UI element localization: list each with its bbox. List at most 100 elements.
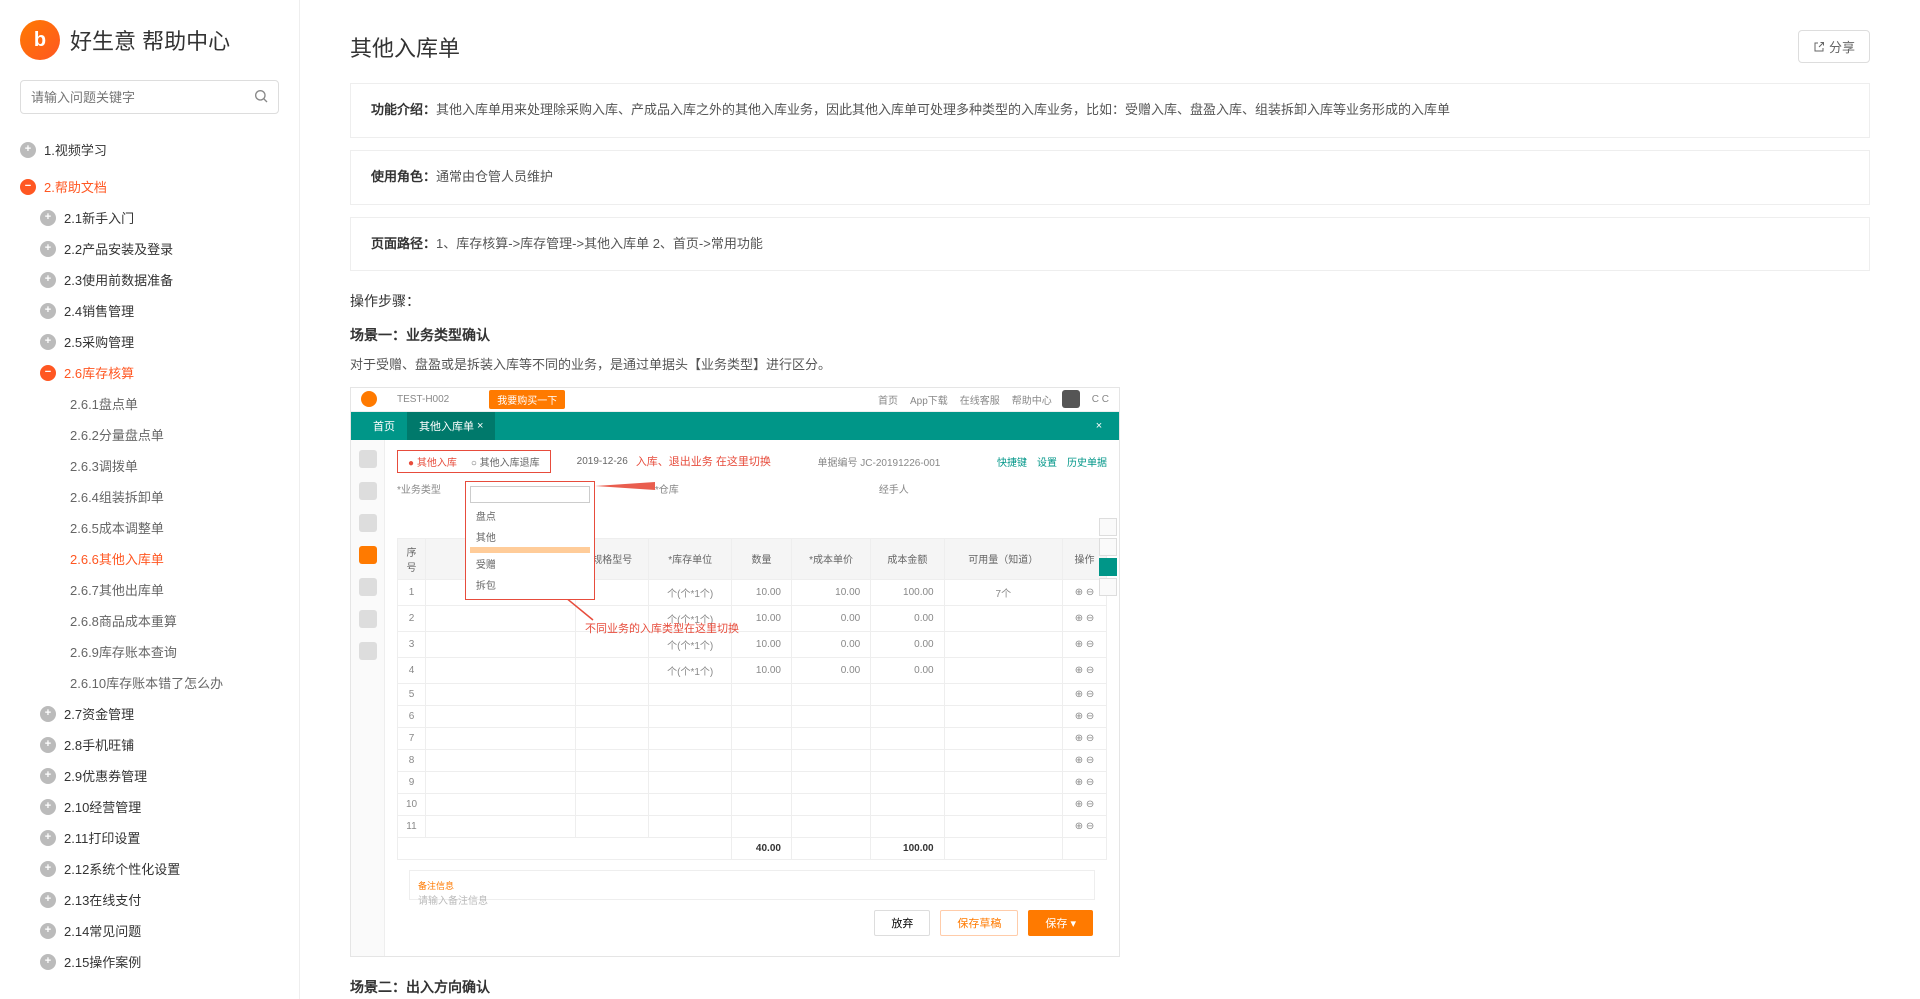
nav-2-6-5[interactable]: 2.6.5成本调整单 — [20, 512, 279, 543]
nav-label: 2.5采购管理 — [64, 332, 134, 351]
radio-label: 其他入库退库 — [480, 458, 540, 469]
nav-2-2[interactable]: +2.2产品安装及登录 — [20, 233, 279, 264]
nav-label: 2.13在线支付 — [64, 890, 141, 909]
nav-tree: +1.视频学习 −2.帮助文档 +2.1新手入门 +2.2产品安装及登录 +2.… — [20, 134, 279, 977]
plus-icon: + — [40, 923, 56, 939]
nav-2-11[interactable]: +2.11打印设置 — [20, 822, 279, 853]
info-label: 页面路径： — [371, 236, 436, 251]
nav-label: 2.12系统个性化设置 — [64, 859, 180, 878]
shot-tabs: 首页 其他入库单 × × — [351, 412, 1119, 440]
screenshot-illustration: TEST-H002 我要购买一下 首页 App下载 在线客服 帮助中心 C C … — [350, 387, 1120, 957]
nav-2-12[interactable]: +2.12系统个性化设置 — [20, 853, 279, 884]
nav-2-3[interactable]: +2.3使用前数据准备 — [20, 264, 279, 295]
nav-label: 2.6.4组装拆卸单 — [70, 487, 164, 506]
main-content: 其他入库单 分享 功能介绍：其他入库单用来处理除采购入库、产成品入库之外的其他入… — [300, 0, 1920, 999]
nav-label: 2.1新手入门 — [64, 208, 134, 227]
draft-button: 保存草稿 — [940, 910, 1018, 936]
table-row: 4个(个*1个)10.000.000.00⊕ ⊖ — [398, 657, 1107, 683]
type-switch-box: ● 其他入库 ○ 其他入库退库 — [397, 450, 551, 473]
annotation-text: 入库、退出业务 在这里切换 — [636, 453, 771, 469]
plus-icon: + — [40, 892, 56, 908]
leftnav-icon — [359, 482, 377, 500]
plus-icon: + — [40, 210, 56, 226]
nav-2-6-2[interactable]: 2.6.2分量盘点单 — [20, 419, 279, 450]
close-icon: × — [1089, 420, 1109, 432]
plus-icon: + — [40, 954, 56, 970]
nav-2-1[interactable]: +2.1新手入门 — [20, 202, 279, 233]
nav-2-15[interactable]: +2.15操作案例 — [20, 946, 279, 977]
avatar-icon — [1062, 390, 1080, 408]
share-label: 分享 — [1829, 40, 1855, 55]
nav-2-6[interactable]: −2.6库存核算 — [20, 357, 279, 388]
nav-2-10[interactable]: +2.10经营管理 — [20, 791, 279, 822]
page-title: 其他入库单 — [350, 31, 460, 63]
nav-2-6-6[interactable]: 2.6.6其他入库单 — [20, 543, 279, 574]
nav-2-5[interactable]: +2.5采购管理 — [20, 326, 279, 357]
scene1-desc: 对于受赠、盘盈或是拆装入库等不同的业务，是通过单据头【业务类型】进行区分。 — [350, 353, 1870, 376]
nav-docs[interactable]: −2.帮助文档 — [20, 171, 279, 202]
table-row: 5⊕ ⊖ — [398, 683, 1107, 705]
minus-icon: − — [40, 365, 56, 381]
biztype-dropdown: 盘点 其他 受赠 拆包 — [465, 481, 595, 600]
nav-label: 2.帮助文档 — [44, 177, 107, 196]
leftnav-icon — [359, 514, 377, 532]
nav-label: 2.6.8商品成本重算 — [70, 611, 177, 630]
nav-video[interactable]: +1.视频学习 — [20, 134, 279, 165]
nav-label: 2.6.6其他入库单 — [70, 549, 164, 568]
nav-label: 2.6.5成本调整单 — [70, 518, 164, 537]
nav-2-9[interactable]: +2.9优惠券管理 — [20, 760, 279, 791]
date-value: 2019-12-26 — [577, 456, 628, 467]
nav-2-6-8[interactable]: 2.6.8商品成本重算 — [20, 605, 279, 636]
nav-2-6-4[interactable]: 2.6.4组装拆卸单 — [20, 481, 279, 512]
right-toolbar — [1099, 518, 1119, 596]
nav-2-13[interactable]: +2.13在线支付 — [20, 884, 279, 915]
nav-2-6-9[interactable]: 2.6.9库存账本查询 — [20, 636, 279, 667]
leftnav-icon — [359, 450, 377, 468]
nav-2-14[interactable]: +2.14常见问题 — [20, 915, 279, 946]
table-row: 3个(个*1个)10.000.000.00⊕ ⊖ — [398, 631, 1107, 657]
nav-label: 2.6.3调拨单 — [70, 456, 138, 475]
radio-label: 其他入库 — [417, 458, 457, 469]
nav-label: 2.6.2分量盘点单 — [70, 425, 164, 444]
table-row: 7⊕ ⊖ — [398, 727, 1107, 749]
share-button[interactable]: 分享 — [1798, 30, 1870, 63]
nav-2-6-10[interactable]: 2.6.10库存账本错了怎么办 — [20, 667, 279, 698]
nav-2-7[interactable]: +2.7资金管理 — [20, 698, 279, 729]
top-link: 首页 — [878, 392, 898, 407]
nav-2-6-1[interactable]: 2.6.1盘点单 — [20, 388, 279, 419]
role-box: 使用角色：通常由仓管人员维护 — [350, 150, 1870, 205]
plus-icon: + — [20, 142, 36, 158]
info-text: 通常由仓管人员维护 — [436, 169, 553, 184]
nav-2-4[interactable]: +2.4销售管理 — [20, 295, 279, 326]
scene2-title: 场景二：出入方向确认 — [350, 977, 1870, 997]
search-input[interactable] — [20, 80, 279, 114]
toolbar-links: 快捷键设置历史单据 — [987, 454, 1107, 469]
nav-label: 2.4销售管理 — [64, 301, 134, 320]
nav-2-8[interactable]: +2.8手机旺铺 — [20, 729, 279, 760]
nav-label: 2.6库存核算 — [64, 363, 134, 382]
plus-icon: + — [40, 303, 56, 319]
plus-icon: + — [40, 706, 56, 722]
nav-label: 2.10经营管理 — [64, 797, 141, 816]
table-row: 11⊕ ⊖ — [398, 815, 1107, 837]
mini-logo-icon — [361, 391, 377, 407]
memo-placeholder: 请输入备注信息 — [418, 896, 488, 907]
shot-leftbar — [351, 440, 385, 956]
field-label: *仓库 — [655, 481, 679, 496]
nav-2-6-7[interactable]: 2.6.7其他出库单 — [20, 574, 279, 605]
search-icon[interactable] — [253, 88, 269, 107]
nav-label: 2.7资金管理 — [64, 704, 134, 723]
save-button: 保存 ▾ — [1028, 910, 1093, 936]
info-text: 其他入库单用来处理除采购入库、产成品入库之外的其他入库业务，因此其他入库单可处理… — [436, 102, 1450, 117]
buy-button: 我要购买一下 — [489, 390, 565, 409]
intro-box: 功能介绍：其他入库单用来处理除采购入库、产成品入库之外的其他入库业务，因此其他入… — [350, 83, 1870, 138]
top-link: 在线客服 — [960, 392, 1000, 407]
cancel-button: 放弃 — [874, 910, 930, 936]
nav-2-6-3[interactable]: 2.6.3调拨单 — [20, 450, 279, 481]
search-box — [20, 80, 279, 114]
account-name: TEST-H002 — [397, 394, 449, 405]
dd-option: 盘点 — [470, 505, 590, 526]
code-label: 单据编号 — [818, 458, 858, 469]
plus-icon: + — [40, 830, 56, 846]
leftnav-icon — [359, 610, 377, 628]
